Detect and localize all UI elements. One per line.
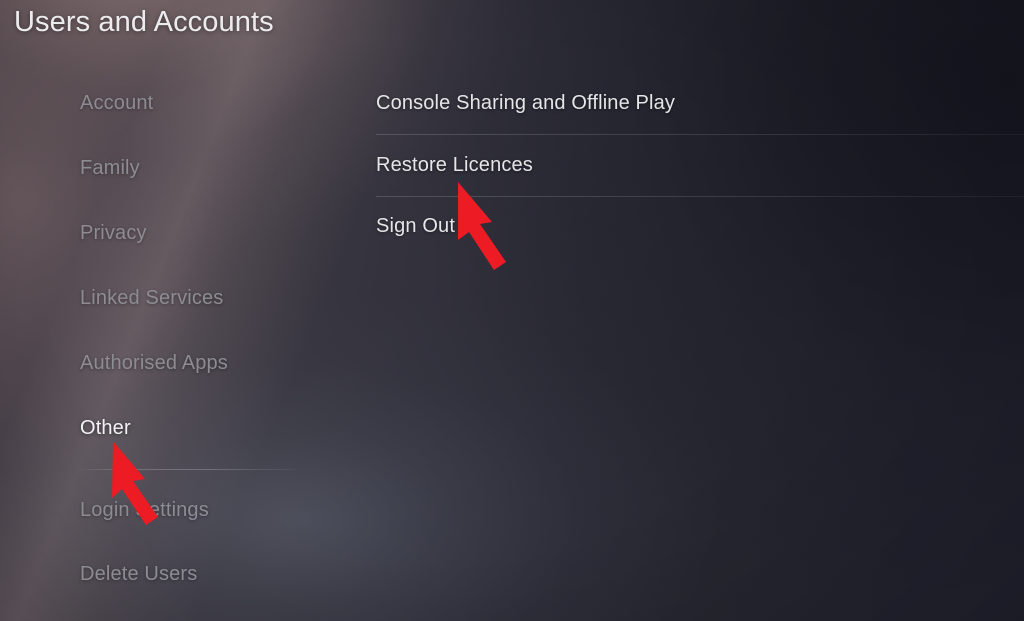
panel-divider [376, 134, 1024, 135]
arrow-pointing-to-restore-licences [444, 172, 534, 272]
sidebar-item-linked-services[interactable]: Linked Services [80, 288, 223, 308]
sidebar-item-family[interactable]: Family [80, 158, 140, 178]
sidebar-item-account[interactable]: Account [80, 93, 153, 113]
sidebar-item-privacy[interactable]: Privacy [80, 223, 147, 243]
sidebar-item-authorised-apps[interactable]: Authorised Apps [80, 353, 228, 373]
sidebar-item-delete-users[interactable]: Delete Users [80, 564, 197, 584]
panel-item-console-sharing-and-offline-play[interactable]: Console Sharing and Offline Play [376, 93, 675, 113]
sidebar-item-other[interactable]: Other [80, 418, 131, 438]
panel-item-restore-licences[interactable]: Restore Licences [376, 155, 533, 175]
panel-divider [376, 196, 1024, 197]
page-title: Users and Accounts [14, 6, 274, 38]
sidebar-divider [79, 469, 295, 470]
screen-content: Users and Accounts Account Family Privacy L… [0, 0, 1024, 621]
sidebar-item-login-settings[interactable]: Login Settings [80, 500, 209, 520]
ps5-users-and-accounts-settings-screen: Users and Accounts Account Family Privacy L… [0, 0, 1024, 621]
panel-item-sign-out[interactable]: Sign Out [376, 216, 455, 236]
